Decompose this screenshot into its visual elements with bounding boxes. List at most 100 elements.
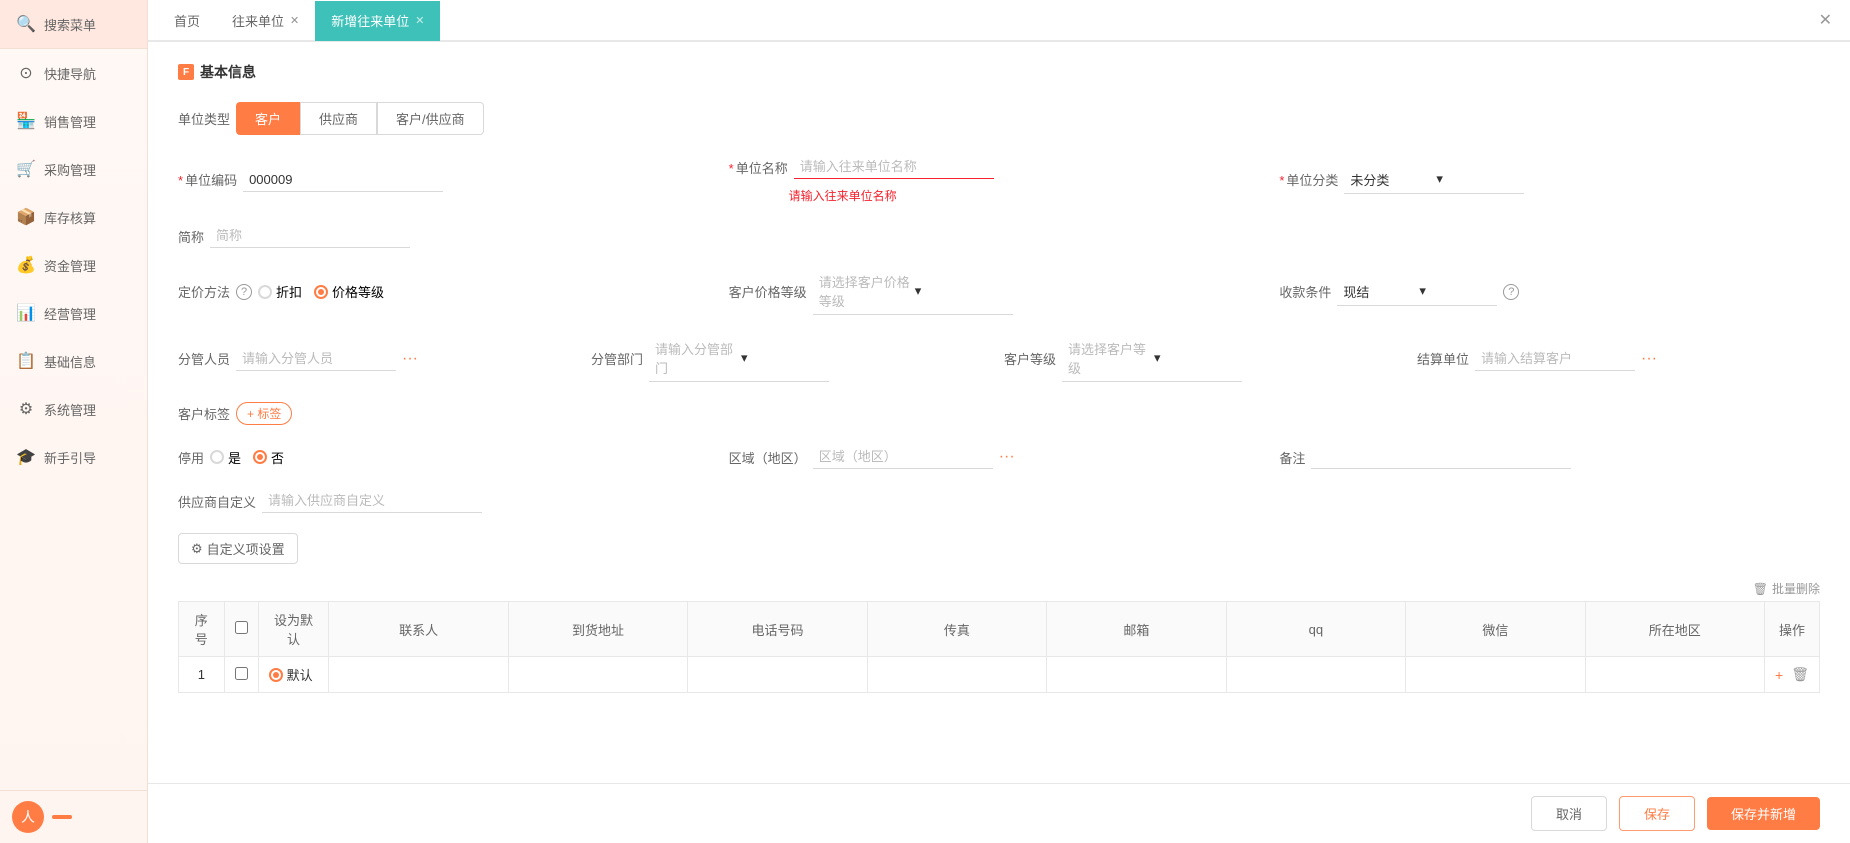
sidebar-item-system[interactable]: ⚙ 系统管理 (0, 385, 147, 433)
unit-code-col: *单位编码 (178, 168, 719, 192)
unit-name-input[interactable] (794, 155, 994, 179)
sidebar-item-inventory[interactable]: 📦 库存核算 (0, 193, 147, 241)
type-btn-supplier[interactable]: 供应商 (300, 102, 377, 135)
cell-fax[interactable] (867, 657, 1046, 693)
contact-input[interactable] (339, 667, 497, 682)
disabled-no-option[interactable]: 否 (253, 448, 284, 467)
tag-col: 客户标签 + 标签 (178, 402, 1820, 425)
pricing-discount-option[interactable]: 折扣 (258, 282, 302, 301)
pricing-level-option[interactable]: 价格等级 (314, 282, 384, 301)
save-new-button[interactable]: 保存并新增 (1707, 797, 1820, 830)
search-icon: 🔍 (16, 14, 36, 34)
row-checkbox[interactable] (235, 667, 248, 680)
region-more-btn[interactable]: ··· (999, 448, 1015, 466)
sidebar-label-purchase: 采购管理 (44, 160, 96, 179)
address-input[interactable] (519, 667, 677, 682)
tab-new-partner-close[interactable]: ✕ (415, 14, 424, 27)
window-close-btn[interactable]: ✕ (1811, 10, 1840, 30)
save-button[interactable]: 保存 (1619, 796, 1695, 831)
unit-type-label: 单位类型 (178, 109, 230, 128)
cell-qq[interactable] (1226, 657, 1406, 693)
cancel-button[interactable]: 取消 (1531, 796, 1607, 831)
bulk-delete-btn[interactable]: 🗑 批量删除 (1753, 580, 1820, 597)
manager-input[interactable] (236, 347, 396, 371)
disabled-row: 停用 是 否 区域（地区） ··· 备注 (178, 445, 1820, 469)
fax-input[interactable] (878, 667, 1036, 682)
bulk-delete-area: 🗑 批量删除 (178, 580, 1820, 597)
code-name-category-row: *单位编码 *单位名称 请输入往来单位名称 *单位分类 未分类 (178, 155, 1820, 204)
cell-wechat[interactable] (1406, 657, 1585, 693)
settlement-more-btn[interactable]: ··· (1641, 350, 1657, 368)
sidebar-item-search[interactable]: 🔍 搜索菜单 (0, 0, 147, 49)
unit-name-error: 请输入往来单位名称 (789, 187, 897, 204)
email-input[interactable] (1057, 667, 1215, 682)
unit-category-value: 未分类 (1350, 170, 1432, 189)
default-label: 默认 (287, 665, 313, 684)
customer-price-select[interactable]: 请选择客户价格等级 ▾ (813, 268, 1013, 315)
cell-address[interactable] (508, 657, 687, 693)
tab-partners-label: 往来单位 (232, 11, 284, 30)
sidebar-item-operations[interactable]: 📊 经营管理 (0, 289, 147, 337)
cell-default: 默认 (258, 657, 329, 693)
tab-new-partner[interactable]: 新增往来单位 ✕ (315, 1, 440, 41)
col-phone: 电话号码 (688, 602, 867, 657)
department-col: 分管部门 请输入分管部门 ▾ (591, 335, 994, 382)
region-input[interactable] (813, 445, 993, 469)
remark-col: 备注 (1279, 445, 1820, 469)
delete-row-btn[interactable]: 🗑 (1791, 666, 1809, 683)
default-radio-item[interactable]: 默认 (269, 665, 319, 684)
wechat-input[interactable] (1416, 667, 1574, 682)
pricing-discount-radio (258, 285, 272, 299)
pricing-help-icon[interactable]: ? (236, 284, 252, 300)
short-name-input[interactable] (210, 224, 410, 248)
tab-home[interactable]: 首页 (158, 1, 216, 41)
unit-category-select[interactable]: 未分类 ▾ (1344, 166, 1524, 194)
customer-level-placeholder: 请选择客户等级 (1068, 339, 1150, 377)
add-tag-btn[interactable]: + 标签 (236, 402, 292, 425)
region-table-input[interactable] (1596, 667, 1754, 682)
department-select[interactable]: 请输入分管部门 ▾ (649, 335, 829, 382)
manager-col: 分管人员 ··· (178, 347, 581, 371)
add-row-btn[interactable]: + (1775, 667, 1783, 683)
manager-more-btn[interactable]: ··· (402, 350, 418, 368)
disabled-yes-option[interactable]: 是 (210, 448, 241, 467)
section-icon: F (178, 64, 194, 80)
cell-contact[interactable] (329, 657, 508, 693)
custom-settings-btn[interactable]: ⚙ 自定义项设置 (178, 533, 298, 564)
supplier-custom-col: 供应商自定义 (178, 489, 1820, 513)
payment-select[interactable]: 现结 ▾ (1337, 278, 1497, 306)
sidebar-item-quick-nav[interactable]: ⊙ 快捷导航 (0, 49, 147, 97)
sidebar-item-purchase[interactable]: 🛒 采购管理 (0, 145, 147, 193)
select-all-checkbox[interactable] (235, 621, 248, 634)
customer-level-select[interactable]: 请选择客户等级 ▾ (1062, 335, 1242, 382)
tab-partners-close[interactable]: ✕ (290, 14, 299, 27)
sidebar-item-guide[interactable]: 🎓 新手引导 (0, 433, 147, 481)
pricing-level-radio (314, 285, 328, 299)
cell-checkbox (224, 657, 258, 693)
type-btn-customer[interactable]: 客户 (236, 102, 300, 135)
cell-region[interactable] (1585, 657, 1764, 693)
type-btn-both[interactable]: 客户/供应商 (377, 102, 484, 135)
supplier-custom-input[interactable] (262, 489, 482, 513)
sidebar-collapse-bar[interactable] (52, 815, 72, 819)
cell-email[interactable] (1047, 657, 1226, 693)
sidebar-item-sales[interactable]: 🏪 销售管理 (0, 97, 147, 145)
col-default: 设为默认 (258, 602, 329, 657)
unit-code-input[interactable] (243, 168, 443, 192)
remark-input[interactable] (1311, 445, 1571, 469)
sidebar-item-finance[interactable]: 💰 资金管理 (0, 241, 147, 289)
tab-partners[interactable]: 往来单位 ✕ (216, 1, 315, 41)
unit-category-chevron: ▾ (1436, 171, 1518, 187)
payment-chevron: ▾ (1419, 283, 1491, 299)
system-icon: ⚙ (16, 399, 36, 419)
qq-input[interactable] (1237, 667, 1396, 682)
settlement-input[interactable] (1475, 347, 1635, 371)
payment-help-icon[interactable]: ? (1503, 284, 1519, 300)
sidebar-item-basic[interactable]: 📋 基础信息 (0, 337, 147, 385)
phone-input[interactable] (698, 667, 856, 682)
disabled-no-radio (253, 450, 267, 464)
col-checkbox (224, 602, 258, 657)
remark-label: 备注 (1279, 448, 1305, 467)
cell-phone[interactable] (688, 657, 867, 693)
supplier-custom-row: 供应商自定义 (178, 489, 1820, 513)
